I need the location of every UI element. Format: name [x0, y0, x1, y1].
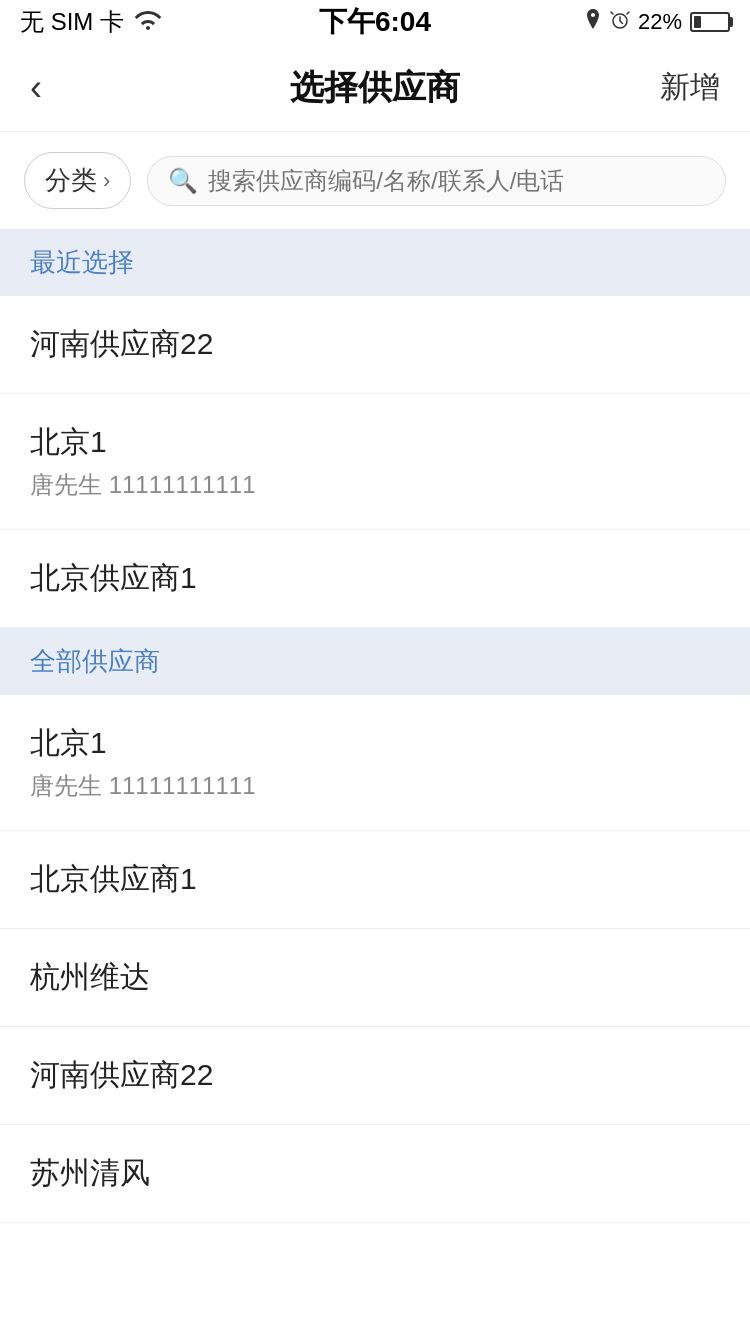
- list-item[interactable]: 河南供应商22: [0, 1027, 750, 1125]
- item-name: 北京1: [30, 723, 720, 764]
- category-label: 分类: [45, 163, 97, 198]
- wifi-icon: [134, 8, 162, 36]
- item-name: 杭州维达: [30, 957, 720, 998]
- item-name: 苏州清风: [30, 1153, 720, 1194]
- alarm-icon: [610, 9, 630, 35]
- item-name: 北京供应商1: [30, 558, 720, 599]
- add-button[interactable]: 新增: [660, 67, 720, 108]
- carrier-label: 无 SIM 卡: [20, 6, 124, 38]
- nav-bar: ‹ 选择供应商 新增: [0, 44, 750, 132]
- search-input[interactable]: [208, 167, 705, 195]
- recent-section-label: 最近选择: [30, 247, 134, 277]
- item-name: 河南供应商22: [30, 1055, 720, 1096]
- item-name: 河南供应商22: [30, 324, 720, 365]
- battery-percent: 22%: [638, 9, 682, 35]
- list-item[interactable]: 北京1 唐先生 11111111111: [0, 394, 750, 530]
- status-right: 22%: [584, 9, 730, 35]
- item-sub: 唐先生 11111111111: [30, 770, 720, 802]
- list-item[interactable]: 苏州清风: [0, 1125, 750, 1223]
- status-bar: 无 SIM 卡 下午6:04 22%: [0, 0, 750, 44]
- battery-icon: [690, 12, 730, 32]
- list-item[interactable]: 北京1 唐先生 11111111111: [0, 695, 750, 831]
- item-name: 北京1: [30, 422, 720, 463]
- search-icon: 🔍: [168, 167, 198, 195]
- recent-items-list: 河南供应商22 北京1 唐先生 11111111111 北京供应商1: [0, 296, 750, 628]
- list-item[interactable]: 河南供应商22: [0, 296, 750, 394]
- location-icon: [584, 9, 602, 35]
- filter-bar: 分类 › 🔍: [0, 132, 750, 229]
- search-box[interactable]: 🔍: [147, 156, 726, 206]
- status-left: 无 SIM 卡: [20, 6, 162, 38]
- all-section-header: 全部供应商: [0, 628, 750, 695]
- list-item[interactable]: 北京供应商1: [0, 831, 750, 929]
- recent-section-header: 最近选择: [0, 229, 750, 296]
- list-item[interactable]: 北京供应商1: [0, 530, 750, 628]
- item-sub: 唐先生 11111111111: [30, 469, 720, 501]
- page-title: 选择供应商: [290, 65, 460, 111]
- list-item[interactable]: 杭州维达: [0, 929, 750, 1027]
- item-name: 北京供应商1: [30, 859, 720, 900]
- back-button[interactable]: ‹: [30, 67, 90, 109]
- category-filter[interactable]: 分类 ›: [24, 152, 131, 209]
- all-section-label: 全部供应商: [30, 646, 160, 676]
- all-items-list: 北京1 唐先生 11111111111 北京供应商1 杭州维达河南供应商22 苏州清风: [0, 695, 750, 1223]
- chevron-right-icon: ›: [103, 168, 110, 194]
- status-time: 下午6:04: [319, 3, 431, 41]
